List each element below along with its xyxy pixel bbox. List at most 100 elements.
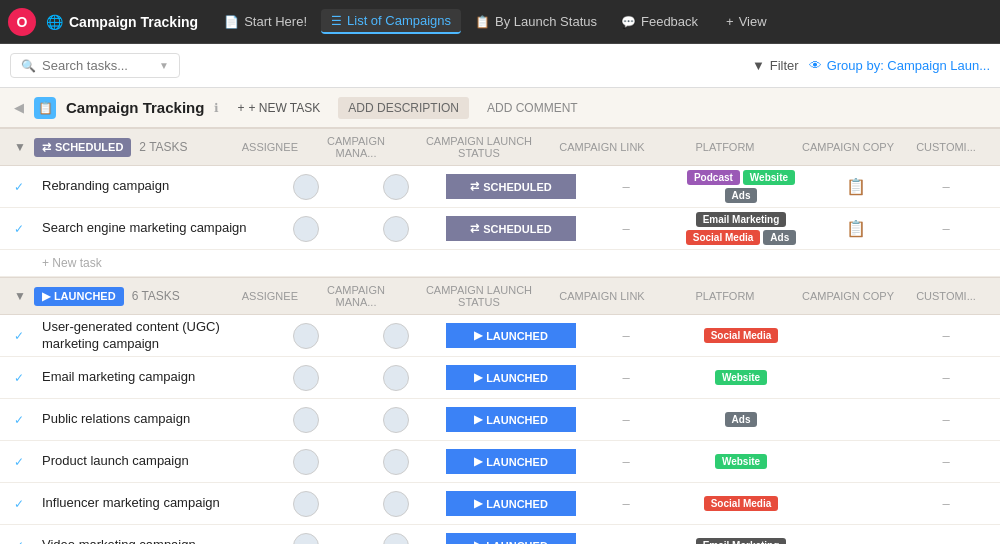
- chevron-down-icon: ▼: [159, 60, 169, 71]
- add-description-button[interactable]: ADD DESCRIPTION: [338, 97, 469, 119]
- task-checkbox[interactable]: ✓: [14, 180, 34, 194]
- platform-cell: Social Media: [676, 324, 806, 347]
- table-row[interactable]: ✓ Rebranding campaign ⇄ SCHEDULED – Podc…: [0, 166, 1000, 208]
- avatar: [293, 323, 319, 349]
- table-row[interactable]: ✓ User-generated content (UGC) marketing…: [0, 315, 1000, 357]
- launched-icon: ▶: [42, 290, 50, 303]
- expand-icon[interactable]: ◀: [14, 100, 24, 115]
- copy-cell: 📋: [806, 177, 906, 196]
- avatar: [383, 449, 409, 475]
- assignee-cell: [266, 323, 346, 349]
- copy-col-header: CAMPAIGN COPY: [798, 141, 898, 153]
- info-icon[interactable]: ℹ: [214, 101, 219, 115]
- new-task-row[interactable]: + New task: [0, 250, 1000, 277]
- link-cell: –: [576, 412, 676, 427]
- platform-col-header: PLATFORM: [660, 141, 790, 153]
- tab-start-here[interactable]: 📄 Start Here!: [214, 10, 317, 33]
- table-row[interactable]: ✓ Video marketing campaign ▶ LAUNCHED – …: [0, 525, 1000, 544]
- copy-col-header2: CAMPAIGN COPY: [798, 290, 898, 302]
- tab-list-campaigns[interactable]: ☰ List of Campaigns: [321, 9, 461, 34]
- task-checkbox[interactable]: ✓: [14, 455, 34, 469]
- manager-col-header2: CAMPAIGN MANA...: [306, 284, 406, 308]
- section-toggle-launched[interactable]: ▼: [14, 289, 26, 303]
- add-comment-button[interactable]: ADD COMMENT: [479, 97, 586, 119]
- list-icon: ☰: [331, 14, 342, 28]
- status-col-header: CAMPAIGN LAUNCH STATUS: [414, 135, 544, 159]
- avatar: [293, 533, 319, 545]
- avatar: [383, 365, 409, 391]
- manager-col-header: CAMPAIGN MANA...: [306, 135, 406, 159]
- search-actions: ▼ Filter 👁 Group by: Campaign Laun...: [752, 58, 990, 73]
- new-task-button[interactable]: + + NEW TASK: [229, 98, 328, 118]
- doc-icon: 📄: [224, 15, 239, 29]
- search-input[interactable]: [42, 58, 153, 73]
- filter-button[interactable]: ▼ Filter: [752, 58, 799, 73]
- group-by-button[interactable]: 👁 Group by: Campaign Laun...: [809, 58, 990, 73]
- platform-tag-website: Website: [743, 170, 795, 185]
- scheduled-icon: ⇄: [42, 141, 51, 154]
- platform-cell: Podcast Website Ads: [676, 166, 806, 207]
- task-checkbox[interactable]: ✓: [14, 222, 34, 236]
- tab-feedback[interactable]: 💬 Feedback: [611, 10, 708, 33]
- manager-cell: [346, 449, 446, 475]
- task-checkbox[interactable]: ✓: [14, 497, 34, 511]
- avatar: [293, 365, 319, 391]
- custom-col-header2: CUSTOMI...: [906, 290, 986, 302]
- scheduled-task-count: 2 TASKS: [139, 140, 187, 154]
- main-content: ▼ ⇄ SCHEDULED 2 TASKS ASSIGNEE CAMPAIGN …: [0, 128, 1000, 544]
- launched-task-count: 6 TASKS: [132, 289, 180, 303]
- link-cell: –: [576, 454, 676, 469]
- link-col-header: CAMPAIGN LINK: [552, 141, 652, 153]
- custom-col-header: CUSTOMI...: [906, 141, 986, 153]
- table-row[interactable]: ✓ Product launch campaign ▶ LAUNCHED – W…: [0, 441, 1000, 483]
- task-checkbox[interactable]: ✓: [14, 371, 34, 385]
- assignee-cell: [266, 216, 346, 242]
- platform-cell: Email Marketing Social Media Ads: [676, 208, 806, 249]
- status-cell: ▶ LAUNCHED: [446, 533, 576, 544]
- avatar: [383, 407, 409, 433]
- platform-cell: Ads: [676, 408, 806, 431]
- avatar: [293, 174, 319, 200]
- task-checkbox[interactable]: ✓: [14, 329, 34, 343]
- table-row[interactable]: ✓ Influencer marketing campaign ▶ LAUNCH…: [0, 483, 1000, 525]
- task-checkbox[interactable]: ✓: [14, 539, 34, 545]
- assignee-cell: [266, 407, 346, 433]
- platform-cell: Social Media: [676, 492, 806, 515]
- avatar: [383, 491, 409, 517]
- custom-cell: –: [906, 370, 986, 385]
- status-cell: ▶ LAUNCHED: [446, 323, 576, 348]
- task-name: Video marketing campaign: [34, 537, 266, 544]
- table-row[interactable]: ✓ Public relations campaign ▶ LAUNCHED –…: [0, 399, 1000, 441]
- filter-icon: ▼: [752, 58, 765, 73]
- launched-status-icon: ▶: [474, 497, 482, 510]
- task-name: Public relations campaign: [34, 411, 266, 428]
- manager-cell: [346, 407, 446, 433]
- avatar: [383, 216, 409, 242]
- assignee-cell: [266, 491, 346, 517]
- platform-cell: Website: [676, 450, 806, 473]
- custom-cell: –: [906, 496, 986, 511]
- copy-cell: 📋: [806, 219, 906, 238]
- scheduled-status-icon: ⇄: [470, 180, 479, 193]
- section-toggle-scheduled[interactable]: ▼: [14, 140, 26, 154]
- search-icon: 🔍: [21, 59, 36, 73]
- link-cell: –: [576, 496, 676, 511]
- status-cell: ⇄ SCHEDULED: [446, 216, 576, 241]
- search-input-wrap[interactable]: 🔍 ▼: [10, 53, 180, 78]
- platform-col-header2: PLATFORM: [660, 290, 790, 302]
- avatar: [293, 407, 319, 433]
- avatar: [383, 174, 409, 200]
- platform-tag: Website: [715, 370, 767, 385]
- table-row[interactable]: ✓ Email marketing campaign ▶ LAUNCHED – …: [0, 357, 1000, 399]
- tab-by-launch-status[interactable]: 📋 By Launch Status: [465, 10, 607, 33]
- manager-cell: [346, 174, 446, 200]
- launched-status-icon: ▶: [474, 413, 482, 426]
- platform-tag-ads: Ads: [763, 230, 796, 245]
- task-checkbox[interactable]: ✓: [14, 413, 34, 427]
- scheduled-status-icon: ⇄: [470, 222, 479, 235]
- manager-cell: [346, 491, 446, 517]
- custom-cell: –: [906, 454, 986, 469]
- tab-view[interactable]: + View: [716, 10, 777, 33]
- table-row[interactable]: ✓ Search engine marketing campaign ⇄ SCH…: [0, 208, 1000, 250]
- manager-cell: [346, 216, 446, 242]
